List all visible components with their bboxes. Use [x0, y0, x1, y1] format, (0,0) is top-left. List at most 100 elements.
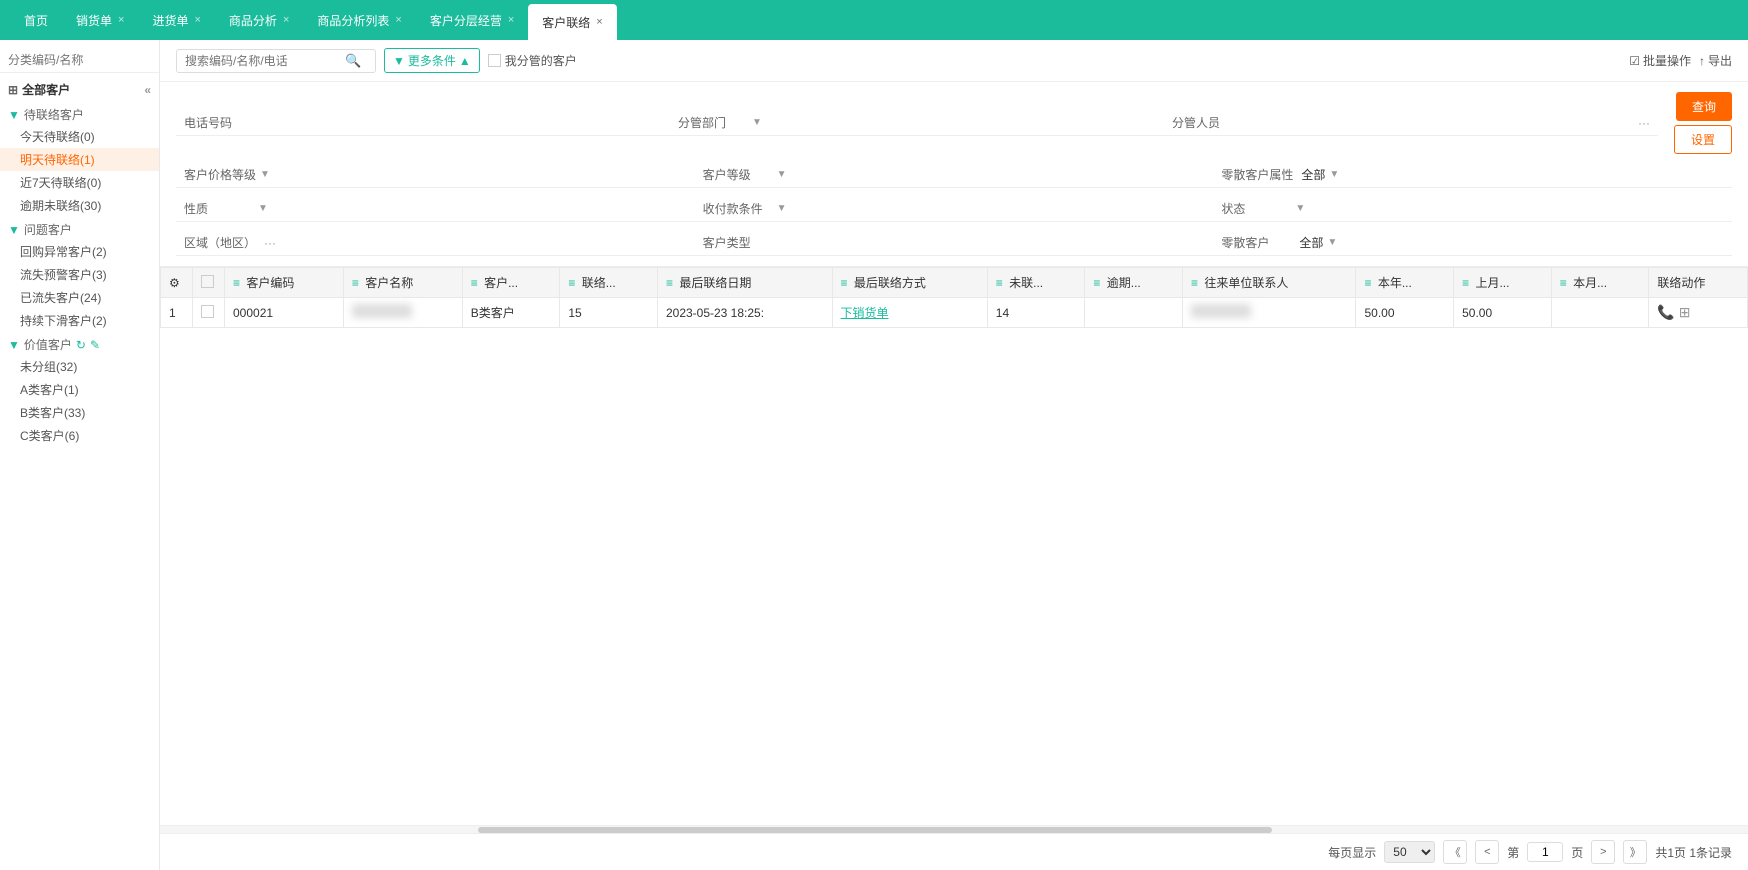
query-button[interactable]: 查询 — [1676, 92, 1732, 121]
content-area: 🔍 ▼ 更多条件 ▲ 我分管的客户 ☑ 批量操作 ↑ 导出 — [160, 40, 1748, 870]
table-row: 1 000021 B类客户 — [161, 298, 1748, 328]
row-select-checkbox[interactable] — [201, 305, 214, 318]
edit-icon[interactable]: ✎ — [90, 338, 100, 352]
nav-home[interactable]: 首页 — [10, 0, 62, 40]
close-product-analysis-icon[interactable]: × — [283, 14, 289, 26]
more-conditions-btn[interactable]: ▼ 更多条件 ▲ — [384, 48, 480, 73]
nav-customer-contact[interactable]: 客户联络 × — [528, 4, 616, 40]
sidebar-item-today-pending[interactable]: 今天待联络(0) — [0, 125, 159, 148]
main-search-input[interactable] — [185, 54, 345, 68]
sort-icon-6: ≡ — [841, 276, 848, 290]
sidebar-item-repurchase-abnormal[interactable]: 回购异常客户(2) — [0, 240, 159, 263]
status-dropdown-icon[interactable]: ▼ — [1295, 203, 1305, 214]
row-last-contact-method[interactable]: 下销货单 — [832, 298, 987, 328]
col-not-contacted-header[interactable]: ≡ 未联... — [987, 268, 1085, 298]
filter-row-1: 电话号码 分管部门 ▼ 分管人员 ··· 查询 设置 — [176, 92, 1732, 154]
sort-icon-11: ≡ — [1462, 276, 1469, 290]
row-overdue — [1085, 298, 1183, 328]
select-all-checkbox[interactable] — [201, 275, 214, 288]
col-last-contact-method-header[interactable]: ≡ 最后联络方式 — [832, 268, 987, 298]
sidebar-item-overdue-contact[interactable]: 逾期未联络(30) — [0, 194, 159, 217]
sidebar-item-churned[interactable]: 已流失客户(24) — [0, 286, 159, 309]
all-customers-header[interactable]: ⊞ 全部客户 « — [0, 77, 159, 102]
contact-method-link[interactable]: 下销货单 — [841, 306, 889, 320]
export-btn[interactable]: ↑ 导出 — [1699, 52, 1732, 69]
manager-dots-icon[interactable]: ··· — [1638, 116, 1650, 130]
filter-payment: 收付款条件 ▼ — [695, 196, 1214, 222]
my-customers-checkbox[interactable] — [488, 54, 501, 67]
close-customer-contact-icon[interactable]: × — [596, 16, 602, 28]
col-actions-wrap: 📞 ⊞ — [1657, 304, 1739, 321]
row-checkbox[interactable] — [193, 298, 225, 328]
col-this-month-header[interactable]: ≡ 本月... — [1551, 268, 1649, 298]
top-nav: 首页 销货单 × 进货单 × 商品分析 × 商品分析列表 × 客户分层经营 × … — [0, 0, 1748, 40]
row-this-month — [1551, 298, 1649, 328]
main-search-icon[interactable]: 🔍 — [345, 53, 361, 69]
col-customer-type-header[interactable]: ≡ 客户... — [462, 268, 560, 298]
sidebar-item-class-a[interactable]: A类客户(1) — [0, 378, 159, 401]
col-overdue-header[interactable]: ≡ 逾期... — [1085, 268, 1183, 298]
refresh-icon[interactable]: ↻ — [76, 338, 86, 352]
col-this-year-header[interactable]: ≡ 本年... — [1356, 268, 1454, 298]
search-input-wrap: 🔍 — [176, 49, 376, 73]
nav-product-analysis-list[interactable]: 商品分析列表 × — [303, 0, 415, 40]
row-contacts-blurred — [1191, 304, 1251, 318]
settings-button[interactable]: 设置 — [1674, 125, 1732, 154]
prev-page-btn[interactable]: < — [1475, 840, 1499, 864]
col-name-header[interactable]: ≡ 客户名称 — [343, 268, 462, 298]
nav-purchase-order[interactable]: 进货单 × — [138, 0, 214, 40]
my-customers-checkbox-wrap[interactable]: 我分管的客户 — [488, 52, 577, 69]
page-label: 第 — [1507, 844, 1519, 861]
last-page-btn[interactable]: 》 — [1623, 840, 1647, 864]
nav-customer-segmentation[interactable]: 客户分层经营 × — [416, 0, 528, 40]
phone-action-icon[interactable]: 📞 — [1657, 304, 1674, 321]
next-page-btn[interactable]: > — [1591, 840, 1615, 864]
nav-product-analysis[interactable]: 商品分析 × — [215, 0, 303, 40]
close-purchase-order-icon[interactable]: × — [194, 14, 200, 26]
row-not-contacted: 14 — [987, 298, 1085, 328]
filter-customer-type: 客户类型 — [695, 230, 1214, 256]
filter-row-4: 区域（地区） ··· 客户类型 零散客户 全部 ▼ — [176, 230, 1732, 256]
batch-op-btn[interactable]: ☑ 批量操作 — [1629, 52, 1691, 69]
triangle-down-icon-2: ▼ — [8, 223, 20, 237]
filter-dept: 分管部门 ▼ — [670, 110, 1164, 136]
sidebar-item-tomorrow-pending[interactable]: 明天待联络(1) — [0, 148, 159, 171]
sidebar-item-ungrouped[interactable]: 未分组(32) — [0, 355, 159, 378]
col-settings-header[interactable]: ⚙ — [161, 268, 193, 298]
retail-attr-dropdown-icon[interactable]: ▼ — [1329, 169, 1339, 180]
retail-customer-dropdown-icon[interactable]: ▼ — [1327, 237, 1337, 248]
col-code-header[interactable]: ≡ 客户编码 — [225, 268, 344, 298]
sort-icon-4: ≡ — [568, 276, 575, 290]
close-sales-order-icon[interactable]: × — [118, 14, 124, 26]
customer-grade-dropdown-icon[interactable]: ▼ — [777, 169, 787, 180]
col-checkbox-header[interactable] — [193, 268, 225, 298]
sidebar-item-class-b[interactable]: B类客户(33) — [0, 401, 159, 424]
horizontal-scrollbar[interactable] — [160, 825, 1748, 833]
close-product-analysis-list-icon[interactable]: × — [395, 14, 401, 26]
first-page-btn[interactable]: 《 — [1443, 840, 1467, 864]
nature-dropdown-icon[interactable]: ▼ — [258, 203, 268, 214]
close-customer-seg-icon[interactable]: × — [508, 14, 514, 26]
sidebar-search-input[interactable] — [8, 53, 160, 67]
sidebar-item-declining[interactable]: 持续下滑客户(2) — [0, 309, 159, 332]
sidebar-item-churn-warning[interactable]: 流失预警客户(3) — [0, 263, 159, 286]
price-grade-dropdown-icon[interactable]: ▼ — [260, 169, 270, 180]
scrollbar-thumb[interactable] — [478, 827, 1272, 833]
col-last-contact-date-header[interactable]: ≡ 最后联络日期 — [657, 268, 832, 298]
col-contacts-header[interactable]: ≡ 往来单位联系人 — [1183, 268, 1356, 298]
per-page-select[interactable]: 50 100 200 — [1384, 841, 1435, 863]
main-layout: 🔍 ⊞ 全部客户 « ▼ 待联络客户 今天待联络(0) 明天待联络(1) 近7天… — [0, 40, 1748, 870]
more-action-icon[interactable]: ⊞ — [1679, 304, 1691, 321]
sidebar-item-class-c[interactable]: C类客户(6) — [0, 424, 159, 447]
dept-dropdown-icon[interactable]: ▼ — [752, 117, 762, 128]
sidebar-item-7days-pending[interactable]: 近7天待联络(0) — [0, 171, 159, 194]
collapse-icon[interactable]: « — [144, 83, 151, 97]
payment-dropdown-icon[interactable]: ▼ — [777, 203, 787, 214]
col-contact-count-header[interactable]: ≡ 联络... — [560, 268, 658, 298]
nav-sales-order[interactable]: 销货单 × — [62, 0, 138, 40]
pending-group-label: ▼ 待联络客户 — [0, 102, 159, 125]
page-number-input[interactable] — [1527, 842, 1563, 862]
settings-icon[interactable]: ⚙ — [169, 276, 180, 290]
region-dots-icon[interactable]: ··· — [264, 236, 276, 250]
col-last-month-header[interactable]: ≡ 上月... — [1454, 268, 1552, 298]
